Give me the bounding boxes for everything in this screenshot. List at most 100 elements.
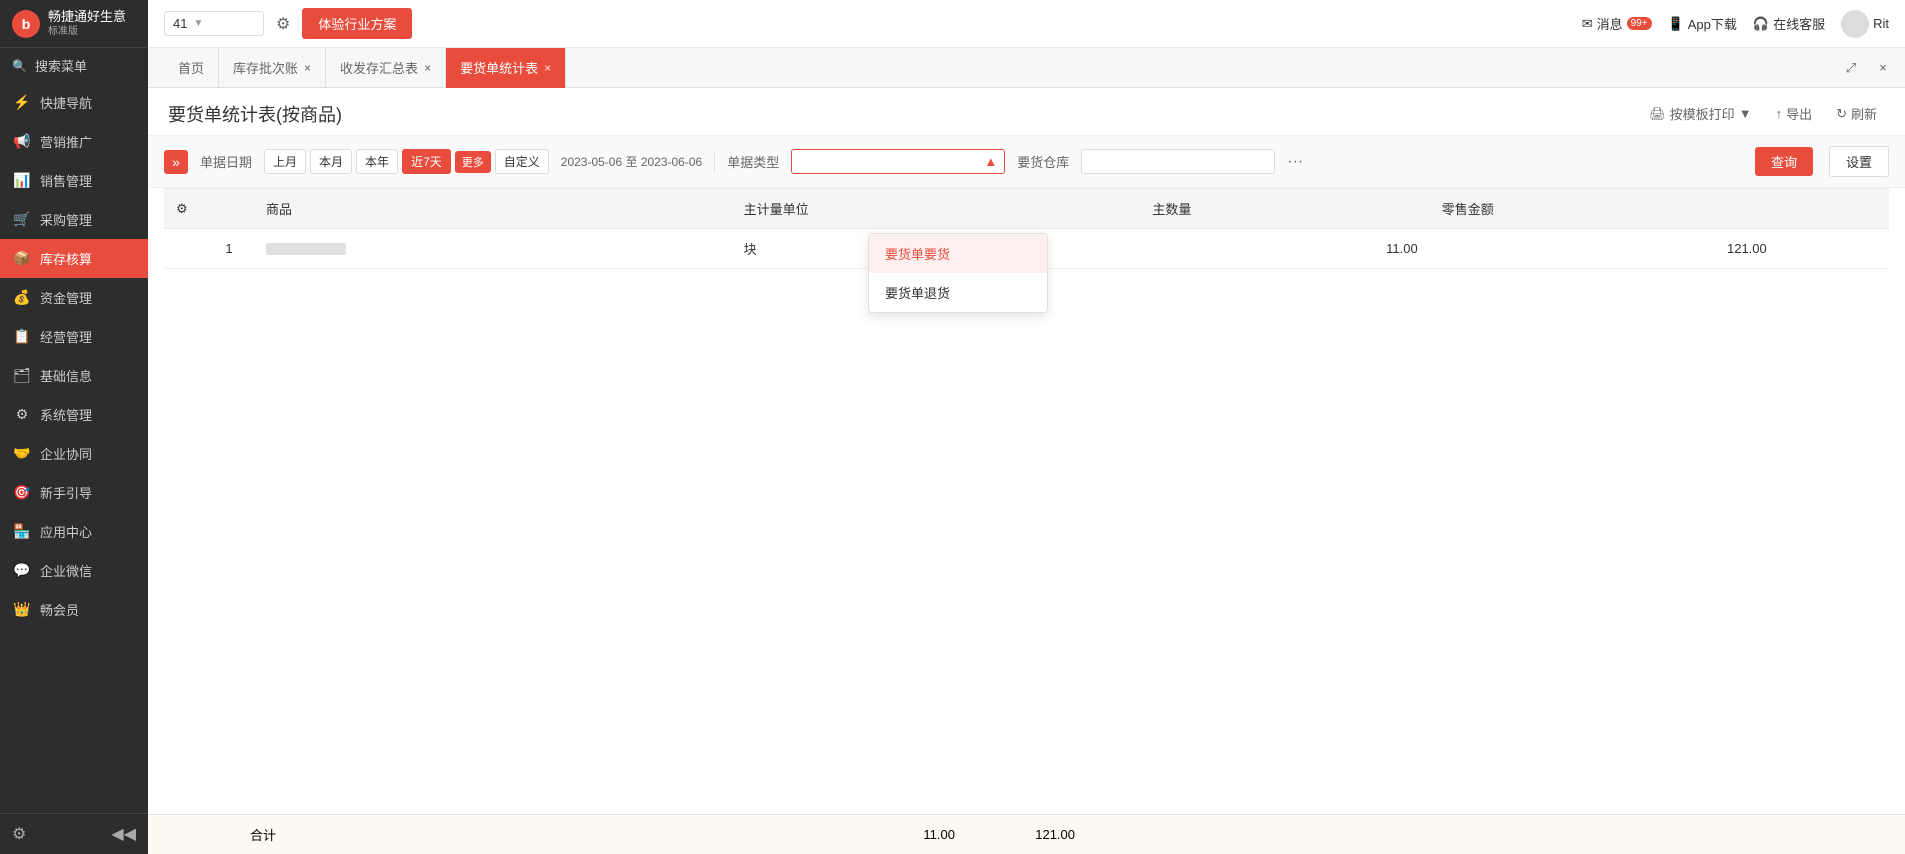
cell-product bbox=[254, 229, 732, 269]
filter-separator bbox=[714, 152, 715, 172]
tabs-maximize-btn[interactable]: ⤢ bbox=[1837, 54, 1865, 82]
dropdown-item-0[interactable]: 要货单要货 bbox=[869, 234, 1047, 273]
page-actions: 🖨 按模板打印 ▼ ↑ 导出 ↻ 刷新 bbox=[1641, 100, 1885, 127]
th-settings[interactable]: ⚙ bbox=[164, 189, 204, 229]
query-button[interactable]: 查询 bbox=[1755, 147, 1813, 176]
export-btn[interactable]: ↑ 导出 bbox=[1768, 100, 1821, 127]
system-icon: ⚙ bbox=[12, 406, 32, 423]
tab-close-receive-summary[interactable]: × bbox=[424, 61, 431, 75]
finance-icon: 💰 bbox=[12, 289, 32, 306]
tab-order-stats[interactable]: 要货单统计表 × bbox=[446, 48, 566, 88]
guide-icon: 🎯 bbox=[12, 484, 32, 501]
app-download-btn[interactable]: 📱 App下载 bbox=[1668, 14, 1737, 33]
page-header: 要货单统计表(按商品) 🖨 按模板打印 ▼ ↑ 导出 ↻ 刷新 bbox=[148, 88, 1905, 136]
type-dropdown: 要货单要货 要货单退货 bbox=[868, 233, 1048, 313]
print-arrow-icon: ▼ bbox=[1739, 106, 1752, 121]
th-index bbox=[204, 189, 254, 229]
date-btn-more[interactable]: 更多 bbox=[455, 151, 491, 173]
footer-amount: 121.00 bbox=[967, 827, 1087, 842]
sidebar-item-marketing[interactable]: 📢 营销推广 bbox=[0, 122, 148, 161]
sidebar-item-system[interactable]: ⚙ 系统管理 bbox=[0, 395, 148, 434]
inventory-icon: 📦 bbox=[12, 250, 32, 267]
trial-button[interactable]: 体验行业方案 bbox=[302, 8, 412, 39]
sidebar-item-basic-info[interactable]: 🗂 基础信息 bbox=[0, 356, 148, 395]
user-menu[interactable]: Rit bbox=[1841, 10, 1889, 38]
dropdown-item-1[interactable]: 要货单退货 bbox=[869, 273, 1047, 312]
service-btn[interactable]: 🎧 在线客服 bbox=[1753, 14, 1825, 33]
sidebar-item-finance[interactable]: 💰 资金管理 bbox=[0, 278, 148, 317]
type-select[interactable]: ▲ bbox=[791, 149, 1005, 174]
tabs-close-all-btn[interactable]: × bbox=[1869, 54, 1897, 82]
settings-icon[interactable]: ⚙ bbox=[12, 824, 26, 844]
settings-button[interactable]: 设置 bbox=[1829, 146, 1889, 177]
sidebar-item-wechat[interactable]: 💬 企业微信 bbox=[0, 551, 148, 590]
phone-icon: 📱 bbox=[1668, 16, 1684, 32]
quick-nav-icon: ⚡ bbox=[12, 94, 32, 111]
date-btn-custom[interactable]: 自定义 bbox=[495, 149, 549, 174]
topbar: 41 ▼ ⚙ 体验行业方案 ✉ 消息 99+ 📱 App下载 🎧 在线客服 R bbox=[148, 0, 1905, 48]
date-filter-group: 上月 本月 本年 近7天 更多 自定义 bbox=[264, 149, 549, 174]
sidebar-item-member[interactable]: 👑 畅会员 bbox=[0, 590, 148, 629]
message-icon: ✉ bbox=[1582, 16, 1593, 32]
print-icon: 🖨 bbox=[1649, 106, 1666, 122]
basic-info-icon: 🗂 bbox=[12, 367, 32, 384]
page-title: 要货单统计表(按商品) bbox=[168, 101, 342, 127]
search-menu[interactable]: 🔍 搜索菜单 bbox=[0, 48, 148, 83]
refresh-btn[interactable]: ↻ 刷新 bbox=[1828, 100, 1885, 127]
cell-amount: 121.00 bbox=[1430, 229, 1779, 269]
sidebar-item-quick-nav[interactable]: ⚡ 快捷导航 bbox=[0, 83, 148, 122]
footer-quantity: 11.00 bbox=[847, 827, 967, 842]
print-template-btn[interactable]: 🖨 按模板打印 ▼ bbox=[1641, 100, 1759, 127]
tabs-actions: ⤢ × bbox=[1837, 54, 1905, 82]
table-footer: 合计 11.00 121.00 bbox=[148, 814, 1905, 854]
tabs-bar: 首页 库存批次账 × 收发存汇总表 × 要货单统计表 × ⤢ × bbox=[148, 48, 1905, 88]
sales-icon: 📊 bbox=[12, 172, 32, 189]
tab-batch-account[interactable]: 库存批次账 × bbox=[219, 48, 326, 88]
sidebar-item-guide[interactable]: 🎯 新手引导 bbox=[0, 473, 148, 512]
sidebar-item-sales[interactable]: 📊 销售管理 bbox=[0, 161, 148, 200]
cell-settings bbox=[164, 229, 204, 269]
filter-expand-btn[interactable]: » bbox=[164, 150, 188, 174]
date-btn-7days[interactable]: 近7天 bbox=[402, 149, 451, 174]
sidebar-item-inventory[interactable]: 📦 库存核算 bbox=[0, 239, 148, 278]
type-select-input[interactable] bbox=[791, 149, 1005, 174]
purchase-icon: 🛒 bbox=[12, 211, 32, 228]
export-icon: ↑ bbox=[1776, 106, 1783, 121]
tab-close-batch-account[interactable]: × bbox=[304, 61, 311, 75]
app-logo: b 畅捷通好生意 标准版 bbox=[0, 0, 148, 48]
sidebar: b 畅捷通好生意 标准版 🔍 搜索菜单 ⚡ 快捷导航 📢 营销推广 📊 销售管理 bbox=[0, 0, 148, 854]
tab-home[interactable]: 首页 bbox=[164, 48, 219, 88]
operations-icon: 📋 bbox=[12, 328, 32, 345]
date-btn-this-year[interactable]: 本年 bbox=[356, 149, 398, 174]
settings-col-icon: ⚙ bbox=[176, 201, 188, 216]
company-selector[interactable]: 41 ▼ bbox=[164, 11, 264, 36]
topbar-gear-icon[interactable]: ⚙ bbox=[276, 14, 290, 34]
date-btn-last-month[interactable]: 上月 bbox=[264, 149, 306, 174]
type-label: 单据类型 bbox=[727, 152, 779, 171]
tab-receive-summary[interactable]: 收发存汇总表 × bbox=[326, 48, 446, 88]
date-label: 单据日期 bbox=[200, 152, 252, 171]
th-product: 商品 bbox=[254, 189, 732, 229]
sidebar-item-purchase[interactable]: 🛒 采购管理 bbox=[0, 200, 148, 239]
member-icon: 👑 bbox=[12, 601, 32, 618]
sidebar-item-appstore[interactable]: 🏪 应用中心 bbox=[0, 512, 148, 551]
date-range-display: 2023-05-06 至 2023-06-06 bbox=[561, 153, 702, 170]
collapse-icon[interactable]: ◀◀ bbox=[111, 824, 136, 844]
warehouse-more-icon[interactable]: ··· bbox=[1287, 153, 1303, 171]
filter-bar: » 单据日期 上月 本月 本年 近7天 更多 自定义 2023-05-06 至 … bbox=[148, 136, 1905, 188]
th-amount: 零售金额 bbox=[1430, 189, 1779, 229]
cell-extra bbox=[1779, 229, 1889, 269]
footer-label: 合计 bbox=[238, 825, 438, 844]
sidebar-item-operations[interactable]: 📋 经营管理 bbox=[0, 317, 148, 356]
tab-close-order-stats[interactable]: × bbox=[544, 61, 551, 75]
th-extra bbox=[1779, 189, 1889, 229]
sidebar-item-enterprise[interactable]: 🤝 企业协同 bbox=[0, 434, 148, 473]
main-area: 41 ▼ ⚙ 体验行业方案 ✉ 消息 99+ 📱 App下载 🎧 在线客服 R bbox=[148, 0, 1905, 854]
date-btn-this-month[interactable]: 本月 bbox=[310, 149, 352, 174]
topbar-left: 41 ▼ ⚙ 体验行业方案 bbox=[164, 8, 412, 39]
logo-icon: b bbox=[12, 10, 40, 38]
warehouse-input[interactable] bbox=[1081, 149, 1275, 174]
th-quantity: 主数量 bbox=[1140, 189, 1429, 229]
messages-btn[interactable]: ✉ 消息 99+ bbox=[1582, 14, 1652, 33]
cell-index: 1 bbox=[204, 229, 254, 269]
